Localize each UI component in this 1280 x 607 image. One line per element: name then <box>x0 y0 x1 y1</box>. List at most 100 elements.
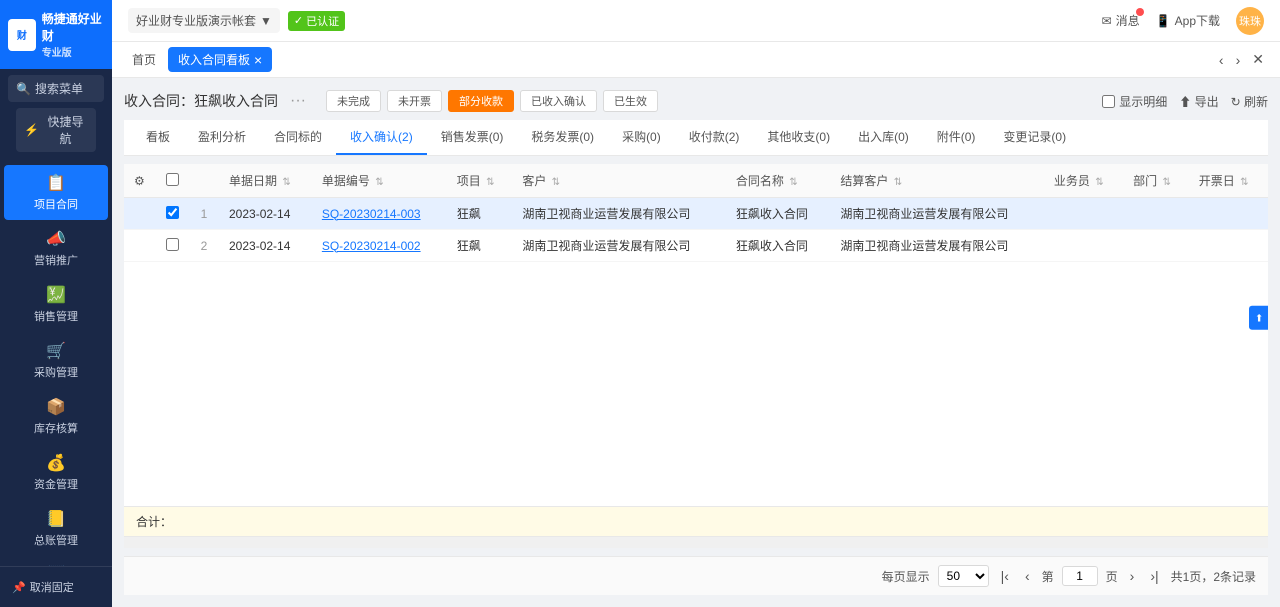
open-date-column: 开票日 ⇅ <box>1189 164 1268 198</box>
side-action-button[interactable]: ⬅ <box>1249 305 1268 329</box>
row1-number[interactable]: SQ-20230214-003 <box>312 198 447 230</box>
status-effective[interactable]: 已生效 <box>603 90 658 112</box>
first-page-button[interactable]: |‹ <box>997 566 1013 586</box>
sidebar-item-sales[interactable]: 💹 销售管理 <box>4 277 108 332</box>
close-all-tabs-button[interactable]: ✕ <box>1248 49 1268 70</box>
sidebar-bottom: 📌 取消固定 <box>0 566 112 607</box>
customer-column: 客户 ⇅ <box>512 164 726 198</box>
prev-tab-button[interactable]: ‹ <box>1215 49 1228 70</box>
tab-change-log[interactable]: 变更记录(0) <box>989 120 1080 155</box>
app-logo: 财 畅捷通好业财 专业版 <box>0 0 112 69</box>
horizontal-scrollbar[interactable] <box>124 536 1268 548</box>
tab-attachments[interactable]: 附件(0) <box>923 120 990 155</box>
quick-nav-area: ⚡ 快捷导航 <box>0 108 112 164</box>
search-icon: 🔍 <box>16 82 31 96</box>
total-info: 共1页，2条记录 <box>1171 568 1256 585</box>
active-tab[interactable]: 收入合同看板 × <box>168 47 272 72</box>
refresh-button[interactable]: ↻ 刷新 <box>1231 93 1268 110</box>
sidebar-item-accounting[interactable]: 📒 总账管理 <box>4 501 108 556</box>
date-sort-icon[interactable]: ⇅ <box>282 177 290 188</box>
notification-dot <box>1136 8 1144 16</box>
endcust-sort-icon[interactable]: ⇅ <box>894 177 902 188</box>
row2-number[interactable]: SQ-20230214-002 <box>312 230 447 262</box>
export-icon: ⬆ <box>1179 95 1191 109</box>
search-menu-button[interactable]: 🔍 搜索菜单 <box>8 75 104 102</box>
department-column: 部门 ⇅ <box>1123 164 1189 198</box>
tab-dashboard[interactable]: 看板 <box>132 120 184 155</box>
row1-dept <box>1123 198 1189 230</box>
refresh-icon: ↻ <box>1231 95 1241 109</box>
prev-page-button[interactable]: ‹ <box>1021 566 1034 586</box>
dept-sort-icon[interactable]: ⇅ <box>1162 177 1170 188</box>
app-name: 畅捷通好业财 <box>42 10 104 44</box>
next-page-button[interactable]: › <box>1126 566 1139 586</box>
contract-sort-icon[interactable]: ⇅ <box>789 177 797 188</box>
company-selector[interactable]: 好业财专业版演示帐套 ▼ <box>128 8 280 33</box>
unpin-button[interactable]: 📌 取消固定 <box>8 575 104 599</box>
tab-outbound[interactable]: 出入库(0) <box>844 120 923 155</box>
select-all-checkbox[interactable] <box>166 173 179 186</box>
sidebar: 财 畅捷通好业财 专业版 🔍 搜索菜单 ⚡ 快捷导航 📋 项目合同 📣 营销推广… <box>0 0 112 607</box>
last-page-button[interactable]: ›| <box>1146 566 1162 586</box>
pagination: 每页显示 20 50 100 200 |‹ ‹ 第 页 › ›| 共1页，2条记… <box>882 565 1256 587</box>
notification-button[interactable]: ✉ 消息 <box>1102 12 1140 29</box>
sidebar-item-projects[interactable]: 📋 项目合同 <box>4 165 108 220</box>
salesperson-column: 业务员 ⇅ <box>1044 164 1123 198</box>
sub-tabs: 看板 盈利分析 合同标的 收入确认(2) 销售发票(0) 税务发票(0) 采购(… <box>124 120 1268 156</box>
topbar-right: ✉ 消息 📱 App下载 珠珠 <box>1102 7 1264 35</box>
tab-standard[interactable]: 合同标的 <box>260 120 336 155</box>
tab-close-button[interactable]: × <box>254 52 262 68</box>
number-sort-icon[interactable]: ⇅ <box>375 177 383 188</box>
customer-sort-icon[interactable]: ⇅ <box>552 177 560 188</box>
tab-tax-invoice[interactable]: 税务发票(0) <box>517 120 608 155</box>
sidebar-item-label: 营销推广 <box>34 252 78 268</box>
sidebar-item-purchase[interactable]: 🛒 采购管理 <box>4 333 108 388</box>
table-wrapper[interactable]: ⚙ 单据日期 ⇅ 单据编号 <box>124 164 1268 506</box>
table-row[interactable]: 1 2023-02-14 SQ-20230214-003 狂飙 湖南卫视商业运营… <box>124 198 1268 230</box>
salesperson-sort-icon[interactable]: ⇅ <box>1095 177 1103 188</box>
tab-payment[interactable]: 收付款(2) <box>675 120 754 155</box>
opendate-sort-icon[interactable]: ⇅ <box>1240 177 1248 188</box>
page-input[interactable] <box>1062 566 1098 586</box>
more-options-button[interactable]: ··· <box>290 92 306 110</box>
sidebar-item-funds[interactable]: 💰 资金管理 <box>4 445 108 500</box>
tab-profit[interactable]: 盈利分析 <box>184 120 260 155</box>
check-icon: ✓ <box>294 14 303 27</box>
tab-sales-invoice[interactable]: 销售发票(0) <box>427 120 518 155</box>
sidebar-item-inventory[interactable]: 📦 库存核算 <box>4 389 108 444</box>
tab-confirm[interactable]: 收入确认(2) <box>336 120 427 155</box>
next-tab-button[interactable]: › <box>1232 49 1245 70</box>
chevron-down-icon: ▼ <box>260 14 272 28</box>
status-not-complete[interactable]: 未完成 <box>326 90 381 112</box>
topbar-left: 好业财专业版演示帐套 ▼ ✓ 已认证 <box>128 8 345 33</box>
app-download-button[interactable]: 📱 App下载 <box>1156 12 1220 29</box>
sidebar-menu: 📋 项目合同 📣 营销推广 💹 销售管理 🛒 采购管理 📦 库存核算 💰 资金管… <box>0 164 112 566</box>
status-confirmed[interactable]: 已收入确认 <box>520 90 597 112</box>
bell-icon: ✉ <box>1102 14 1112 28</box>
row1-endcust: 湖南卫视商业运营发展有限公司 <box>830 198 1044 230</box>
settings-icon[interactable]: ⚙ <box>134 174 145 188</box>
quick-nav-button[interactable]: ⚡ 快捷导航 <box>16 108 96 152</box>
export-button[interactable]: ⬆ 导出 <box>1179 93 1218 110</box>
row1-project: 狂飙 <box>447 198 513 230</box>
row1-checkbox[interactable] <box>156 198 189 230</box>
show-detail-checkbox[interactable] <box>1102 95 1115 108</box>
end-customer-column: 结算客户 ⇅ <box>830 164 1044 198</box>
table-row[interactable]: 2 2023-02-14 SQ-20230214-002 狂飙 湖南卫视商业运营… <box>124 230 1268 262</box>
tab-other-income[interactable]: 其他收支(0) <box>753 120 844 155</box>
tab-purchase[interactable]: 采购(0) <box>608 120 675 155</box>
sidebar-item-marketing[interactable]: 📣 营销推广 <box>4 221 108 276</box>
pin-icon: 📌 <box>12 581 26 594</box>
number-column: 单据编号 ⇅ <box>312 164 447 198</box>
user-menu[interactable]: 珠珠 <box>1236 7 1264 35</box>
verified-badge: ✓ 已认证 <box>288 11 345 31</box>
sidebar-item-invoice[interactable]: 🧾 发票管理 <box>4 557 108 566</box>
project-sort-icon[interactable]: ⇅ <box>486 177 494 188</box>
main-area: 好业财专业版演示帐套 ▼ ✓ 已认证 ✉ 消息 📱 App下载 珠珠 <box>112 0 1280 607</box>
status-not-invoiced[interactable]: 未开票 <box>387 90 442 112</box>
contract-label: 收入合同：狂飙收入合同 <box>124 91 278 111</box>
row2-checkbox[interactable] <box>156 230 189 262</box>
page-size-select[interactable]: 20 50 100 200 <box>938 565 989 587</box>
status-partial-collect[interactable]: 部分收款 <box>448 90 514 112</box>
home-tab[interactable]: 首页 <box>124 51 164 68</box>
